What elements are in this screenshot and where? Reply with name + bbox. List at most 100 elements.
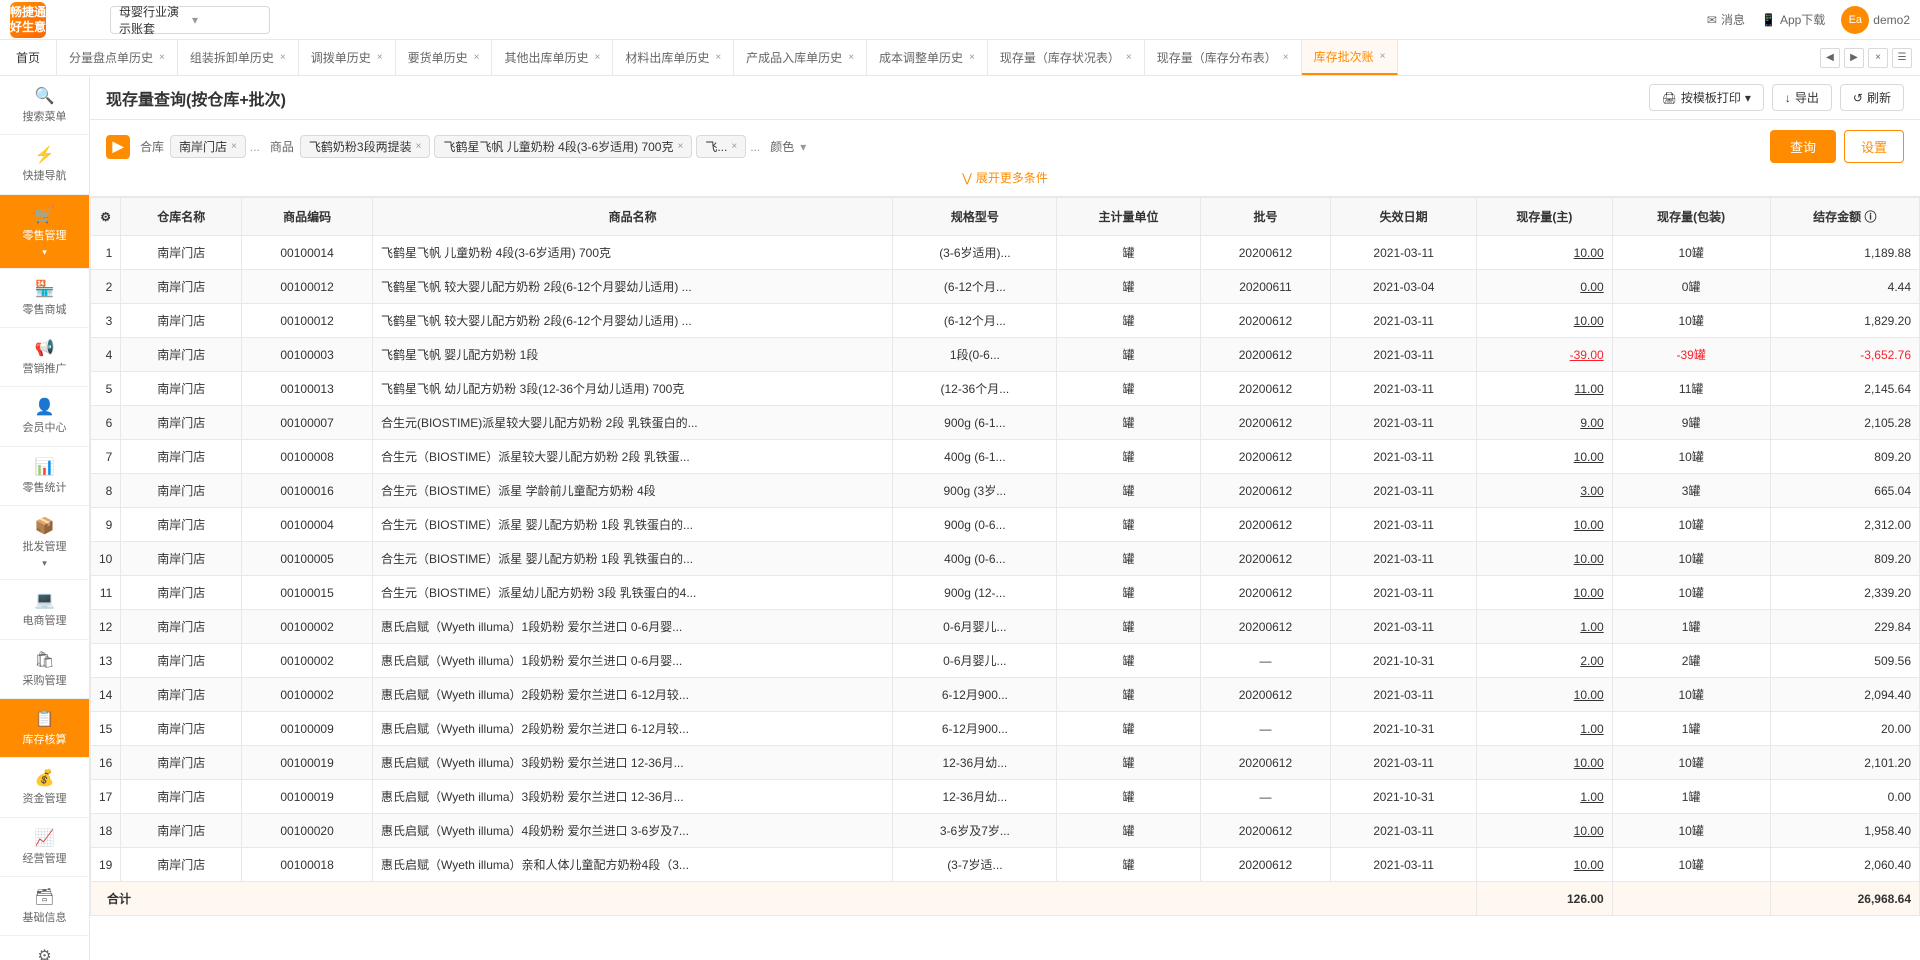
tag-close-icon[interactable]: × xyxy=(731,141,737,152)
product-filter-tags: 飞鹤奶粉3段两提装 × 飞鹤星飞帆 儿童奶粉 4段(3-6岁适用) 700克 ×… xyxy=(300,135,760,158)
cell-qty[interactable]: 10.00 xyxy=(1477,440,1613,474)
cell-idx: 10 xyxy=(91,542,121,576)
expand-more-conditions-btn[interactable]: ⋁ 展开更多条件 xyxy=(962,169,1048,186)
cell-qty[interactable]: 10.00 xyxy=(1477,304,1613,338)
filter-more-btn[interactable]: ... xyxy=(250,140,260,154)
tag-close-icon[interactable]: × xyxy=(416,141,422,152)
tab-cailiao[interactable]: 材料出库单历史 × xyxy=(613,40,734,75)
product-filter-more[interactable]: ... xyxy=(750,140,760,154)
cell-qty[interactable]: 11.00 xyxy=(1477,372,1613,406)
tab-close-icon[interactable]: × xyxy=(594,52,600,63)
filter-bottom: ⋁ 展开更多条件 xyxy=(106,169,1904,186)
chevron-down-icon: ▾ xyxy=(192,13,261,27)
cell-qty[interactable]: 1.00 xyxy=(1477,712,1613,746)
tab-chengpin[interactable]: 产成品入库单历史 × xyxy=(734,40,867,75)
tag-close-icon[interactable]: × xyxy=(677,141,683,152)
print-button[interactable]: 🖨 按模板打印 ▾ xyxy=(1649,84,1764,111)
sidebar-item-base[interactable]: 🗃 基础信息 xyxy=(0,877,89,936)
cell-spec: 6-12月900... xyxy=(893,678,1057,712)
tab-close-icon[interactable]: × xyxy=(377,52,383,63)
sidebar-item-ops[interactable]: 📈 经营管理 xyxy=(0,818,89,877)
tab-close-icon[interactable]: × xyxy=(715,52,721,63)
settings-button[interactable]: 设置 xyxy=(1844,130,1904,163)
sidebar-item-search[interactable]: 🔍 搜索菜单 xyxy=(0,76,89,135)
cell-unit: 罐 xyxy=(1057,474,1200,508)
cell-qty[interactable]: 10.00 xyxy=(1477,746,1613,780)
tab-close-icon[interactable]: × xyxy=(280,52,286,63)
cell-spec: (3-7岁适... xyxy=(893,848,1057,882)
export-button[interactable]: ↓ 导出 xyxy=(1772,84,1832,111)
sidebar-item-retail[interactable]: 🛒 零售管理 ▾ xyxy=(0,195,89,269)
tab-close-icon[interactable]: × xyxy=(1283,52,1289,63)
cell-qty[interactable]: 10.00 xyxy=(1477,508,1613,542)
cell-spec: (12-36个月... xyxy=(893,372,1057,406)
refresh-button[interactable]: ↺ 刷新 xyxy=(1840,84,1904,111)
sidebar-item-batch[interactable]: 📦 批发管理 ▾ xyxy=(0,506,89,580)
cell-warehouse: 南岸门店 xyxy=(121,270,242,304)
cell-idx: 18 xyxy=(91,814,121,848)
user-avatar[interactable]: Ea demo2 xyxy=(1841,6,1910,34)
cell-qty[interactable]: 10.00 xyxy=(1477,814,1613,848)
cell-amount: 2,145.64 xyxy=(1770,372,1919,406)
cell-name: 合生元(BIOSTIME)派星较大婴儿配方奶粉 2段 乳铁蛋白的... xyxy=(372,406,892,440)
message-btn[interactable]: ✉ 消息 xyxy=(1707,11,1745,28)
cell-qty[interactable]: 1.00 xyxy=(1477,780,1613,814)
tab-fenpan[interactable]: 分量盘点单历史 × xyxy=(57,40,178,75)
tab-yaohuo[interactable]: 要货单历史 × xyxy=(396,40,493,75)
tab-close-icon[interactable]: × xyxy=(159,52,165,63)
cell-code: 00100016 xyxy=(242,474,373,508)
cell-qty[interactable]: 10.00 xyxy=(1477,678,1613,712)
cell-idx: 15 xyxy=(91,712,121,746)
sidebar-item-purchase[interactable]: 🛍 采购管理 xyxy=(0,640,89,699)
sidebar-item-inventory[interactable]: 📋 库存核算 xyxy=(0,699,89,758)
tab-menu-btn[interactable]: ☰ xyxy=(1892,48,1912,68)
tag-close-icon[interactable]: × xyxy=(231,141,237,152)
sidebar-item-retshop[interactable]: 🏪 零售商城 xyxy=(0,269,89,328)
tab-close-icon[interactable]: × xyxy=(474,52,480,63)
tab-close-all-btn[interactable]: × xyxy=(1868,48,1888,68)
sidebar-item-sys[interactable]: ⚙ 系统管理 xyxy=(0,936,89,960)
sidebar-item-stat[interactable]: 📊 零售统计 xyxy=(0,447,89,506)
tab-chengben[interactable]: 成本调整单历史 × xyxy=(867,40,988,75)
cell-qty[interactable]: 10.00 xyxy=(1477,542,1613,576)
tab-zuchai[interactable]: 组装拆卸单历史 × xyxy=(178,40,299,75)
cell-qty-pkg: 1罐 xyxy=(1612,712,1770,746)
cell-qty[interactable]: 0.00 xyxy=(1477,270,1613,304)
cell-qty[interactable]: 10.00 xyxy=(1477,576,1613,610)
sidebar-item-market[interactable]: 📢 营销推广 xyxy=(0,328,89,387)
sidebar-item-finance[interactable]: 💰 资金管理 xyxy=(0,758,89,817)
cell-batch: — xyxy=(1200,644,1331,678)
sidebar-item-ecom[interactable]: 💻 电商管理 xyxy=(0,580,89,639)
tab-close-icon[interactable]: × xyxy=(1126,52,1132,63)
app-download-btn[interactable]: 📱 App下载 xyxy=(1761,11,1825,28)
cell-qty[interactable]: 10.00 xyxy=(1477,848,1613,882)
cell-code: 00100020 xyxy=(242,814,373,848)
query-button[interactable]: 查询 xyxy=(1770,130,1836,163)
tab-diaochai[interactable]: 调拨单历史 × xyxy=(299,40,396,75)
cell-code: 00100019 xyxy=(242,780,373,814)
tab-next-btn[interactable]: ▶ xyxy=(1844,48,1864,68)
tab-xianzun2[interactable]: 现存量（库存分布表） × xyxy=(1145,40,1302,75)
cell-name: 合生元（BIOSTIME）派星 学龄前儿童配方奶粉 4段 xyxy=(372,474,892,508)
table-row: 18 南岸门店 00100020 惠氏启赋（Wyeth illuma）4段奶粉 … xyxy=(91,814,1920,848)
tab-close-icon[interactable]: × xyxy=(1380,51,1386,62)
cell-qty[interactable]: 9.00 xyxy=(1477,406,1613,440)
tab-prev-btn[interactable]: ◀ xyxy=(1820,48,1840,68)
tab-home[interactable]: 首页 xyxy=(0,40,57,75)
sidebar-item-member[interactable]: 👤 会员中心 xyxy=(0,387,89,446)
tab-pici[interactable]: 库存批次账 × xyxy=(1302,40,1399,75)
cell-code: 00100015 xyxy=(242,576,373,610)
cell-qty[interactable]: 10.00 xyxy=(1477,236,1613,270)
th-setting[interactable]: ⚙ xyxy=(91,198,121,236)
tab-close-icon[interactable]: × xyxy=(969,52,975,63)
cell-qty[interactable]: 3.00 xyxy=(1477,474,1613,508)
tab-close-icon[interactable]: × xyxy=(848,52,854,63)
cell-qty[interactable]: 2.00 xyxy=(1477,644,1613,678)
cell-qty[interactable]: 1.00 xyxy=(1477,610,1613,644)
filter-expand-button[interactable]: ▶ xyxy=(106,135,130,159)
workspace-selector[interactable]: 母婴行业演示账套 ▾ xyxy=(110,6,270,34)
tab-nav: ◀ ▶ × ☰ xyxy=(1812,48,1920,68)
tab-qitachu[interactable]: 其他出库单历史 × xyxy=(492,40,613,75)
sidebar-item-quick[interactable]: ⚡ 快捷导航 xyxy=(0,135,89,194)
tab-xianzun1[interactable]: 现存量（库存状况表） × xyxy=(988,40,1145,75)
